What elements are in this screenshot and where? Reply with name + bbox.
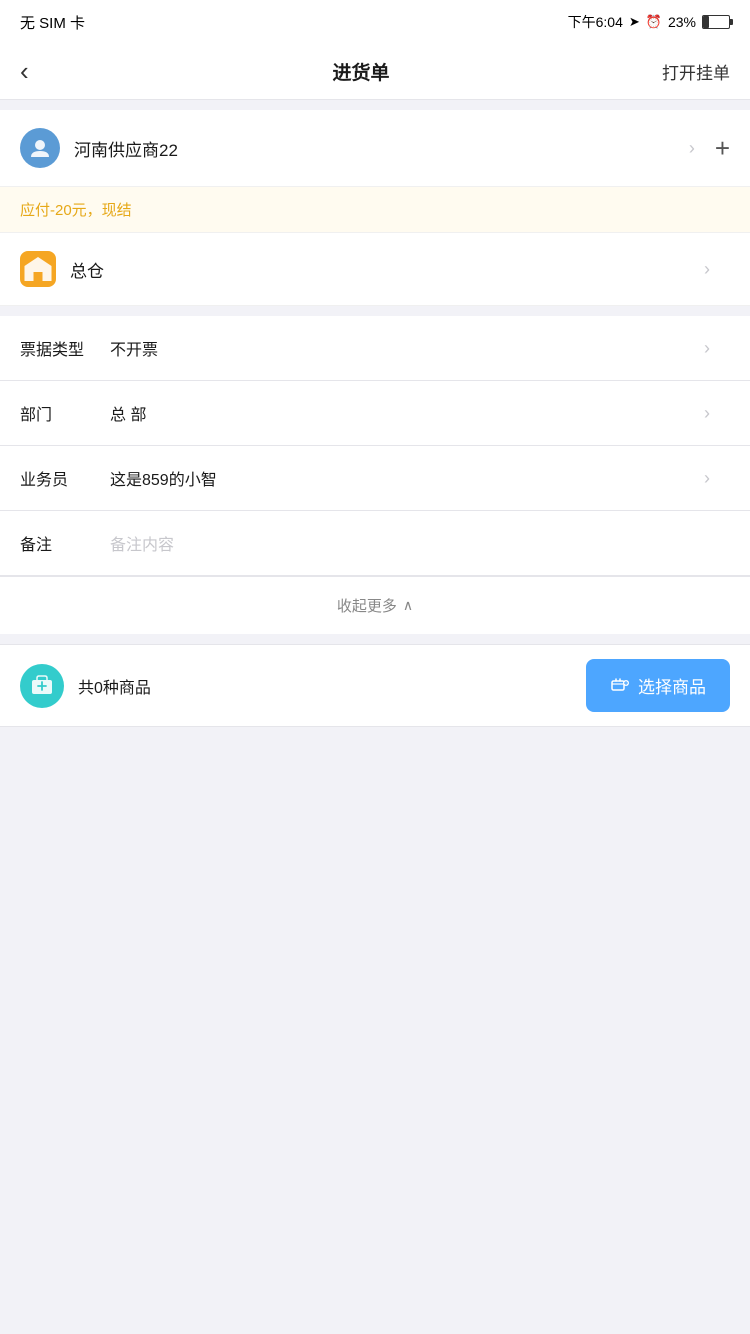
time-text: 下午6:04 <box>568 12 623 32</box>
notice-bar: 应付-20元，现结 <box>0 187 750 233</box>
status-bar: 无 SIM 卡 下午6:04 ➤ ⏰ 23% <box>0 0 750 44</box>
status-right: 下午6:04 ➤ ⏰ 23% <box>568 12 730 32</box>
salesperson-row[interactable]: 业务员 这是859的小智 › <box>0 446 750 511</box>
collapse-label: 收起更多 <box>337 595 397 616</box>
status-left: 无 SIM 卡 <box>20 12 93 33</box>
department-value: 总 部 <box>100 401 704 425</box>
page-title: 进货单 <box>332 58 389 85</box>
supplier-chevron-icon: › <box>689 138 695 159</box>
location-icon: ➤ <box>629 14 640 30</box>
collapse-row[interactable]: 收起更多 ∧ <box>0 576 750 634</box>
warehouse-name: 总仓 <box>70 257 704 282</box>
department-row[interactable]: 部门 总 部 › <box>0 381 750 446</box>
product-icon <box>20 664 64 708</box>
top-divider <box>0 100 750 110</box>
supplier-section: 河南供应商22 › + 应付-20元，现结 总仓 › <box>0 110 750 306</box>
department-label: 部门 <box>20 401 100 425</box>
carrier-text: 无 SIM 卡 <box>20 12 85 33</box>
alarm-icon: ⏰ <box>646 14 662 30</box>
battery-text: 23% <box>668 14 696 30</box>
page-background <box>0 727 750 1027</box>
department-chevron-icon: › <box>704 403 710 424</box>
back-button[interactable]: ‹ <box>20 56 60 87</box>
select-product-label: 选择商品 <box>638 673 706 698</box>
form-section: 票据类型 不开票 › 部门 总 部 › 业务员 这是859的小智 › 备注 备注… <box>0 316 750 634</box>
supplier-avatar <box>20 128 60 168</box>
warehouse-icon <box>20 251 56 287</box>
supplier-row[interactable]: 河南供应商22 › + <box>0 110 750 187</box>
collapse-arrow-icon: ∧ <box>403 597 413 614</box>
supplier-name: 河南供应商22 <box>74 136 689 161</box>
remark-label: 备注 <box>20 531 100 555</box>
battery-icon <box>702 15 730 29</box>
invoice-label: 票据类型 <box>20 336 100 360</box>
bottom-bar: 共0种商品 选择商品 <box>0 644 750 727</box>
select-product-button[interactable]: 选择商品 <box>586 659 730 712</box>
add-button[interactable]: + <box>715 135 730 161</box>
invoice-value: 不开票 <box>100 336 704 360</box>
cart-icon <box>610 676 630 696</box>
open-pending-button[interactable]: 打开挂单 <box>662 59 730 84</box>
mid-divider <box>0 306 750 316</box>
warehouse-row[interactable]: 总仓 › <box>0 233 750 306</box>
salesperson-label: 业务员 <box>20 466 100 490</box>
warehouse-chevron-icon: › <box>704 259 710 280</box>
remark-input[interactable]: 备注内容 <box>100 531 730 555</box>
remark-row[interactable]: 备注 备注内容 <box>0 511 750 576</box>
invoice-row[interactable]: 票据类型 不开票 › <box>0 316 750 381</box>
notice-text: 应付-20元，现结 <box>20 202 132 219</box>
salesperson-value: 这是859的小智 <box>100 466 704 490</box>
product-count: 共0种商品 <box>78 674 586 698</box>
nav-bar: ‹ 进货单 打开挂单 <box>0 44 750 100</box>
invoice-chevron-icon: › <box>704 338 710 359</box>
salesperson-chevron-icon: › <box>704 468 710 489</box>
